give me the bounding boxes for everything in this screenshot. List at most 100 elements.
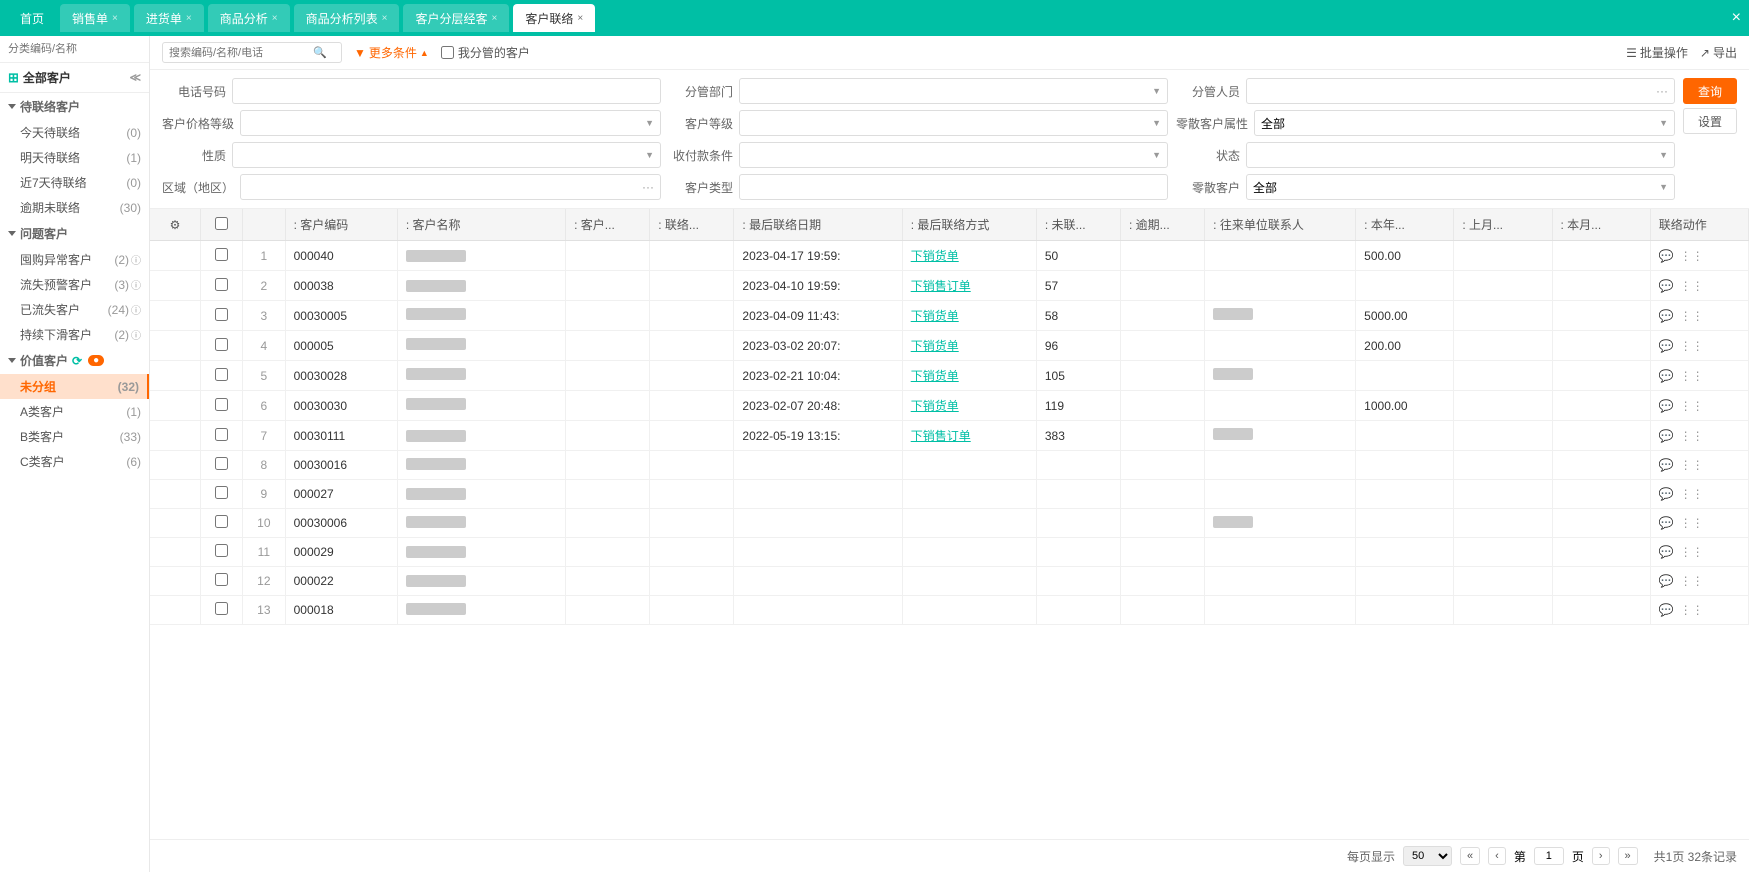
sidebar-item-today[interactable]: 今天待联络 (0) (0, 120, 149, 145)
col-code-header[interactable]: : 客户编码 (285, 209, 397, 241)
row-checkbox-12[interactable] (215, 602, 228, 615)
row-action-1[interactable]: 💬⋮⋮ (1650, 271, 1748, 301)
lastway-link-6[interactable]: 下销售订单 (911, 429, 971, 443)
sidebar-item-churn-warning[interactable]: 流失预警客户 (3) ⓘ (0, 272, 149, 297)
my-customers-input[interactable] (441, 46, 454, 59)
sidebar-item-week[interactable]: 近7天待联络 (0) (0, 170, 149, 195)
lastway-link-0[interactable]: 下销货单 (911, 249, 959, 263)
row-checkbox-6[interactable] (215, 428, 228, 441)
col-partner-header[interactable]: : 往来单位联系人 (1205, 209, 1356, 241)
grid-icon-4[interactable]: ⋮⋮ (1680, 369, 1704, 383)
payment-select[interactable]: ▼ (739, 142, 1168, 168)
chat-icon-10[interactable]: 💬 (1659, 545, 1674, 559)
row-lastway-8[interactable] (902, 480, 1036, 509)
row-lastway-4[interactable]: 下销货单 (902, 361, 1036, 391)
dept-select[interactable]: ▼ (739, 78, 1168, 104)
chat-icon-11[interactable]: 💬 (1659, 574, 1674, 588)
export-button[interactable]: ↗ 导出 (1700, 44, 1737, 61)
sidebar-item-c-class[interactable]: C类客户 (6) (0, 449, 149, 474)
chat-icon-4[interactable]: 💬 (1659, 369, 1674, 383)
row-action-2[interactable]: 💬 ⋮⋮ (1650, 301, 1748, 331)
row-checkbox-5[interactable] (215, 398, 228, 411)
filter-search-icon[interactable]: 🔍 (313, 46, 327, 59)
grid-icon-3[interactable]: ⋮⋮ (1680, 339, 1704, 353)
row-checkbox-9[interactable] (215, 515, 228, 528)
current-page-input[interactable] (1534, 847, 1564, 865)
row-checkbox-2[interactable] (215, 308, 228, 321)
phone-input[interactable] (232, 78, 661, 104)
prev-page-button[interactable]: ‹ (1488, 847, 1506, 865)
lastway-link-5[interactable]: 下销货单 (911, 399, 959, 413)
row-action-0[interactable]: 💬 ⋮⋮ (1650, 241, 1748, 271)
tab-purchase-close[interactable]: × (186, 13, 192, 24)
row-checkbox-4[interactable] (215, 368, 228, 381)
col-nocontact-header[interactable]: : 未联... (1036, 209, 1120, 241)
row-checkbox-7[interactable] (215, 457, 228, 470)
chat-icon-2[interactable]: 💬 (1659, 309, 1674, 323)
grid-icon-0[interactable]: ⋮⋮ (1680, 249, 1704, 263)
customer-type-input[interactable] (739, 174, 1168, 200)
row-lastway-0[interactable]: 下销货单 (902, 241, 1036, 271)
grid-icon-9[interactable]: ⋮⋮ (1680, 516, 1704, 530)
my-customers-checkbox[interactable]: 我分管的客户 (441, 44, 530, 61)
sidebar-item-declining[interactable]: 持续下滑客户 (2) ⓘ (0, 322, 149, 347)
row-checkbox-8[interactable] (215, 486, 228, 499)
tab-sales-close[interactable]: × (112, 13, 118, 24)
col-settings[interactable]: ⚙ (150, 209, 200, 241)
query-button[interactable]: 查询 (1683, 78, 1737, 104)
chat-icon-6[interactable]: 💬 (1659, 429, 1674, 443)
nature-select[interactable]: ▼ (232, 142, 661, 168)
more-conditions-button[interactable]: ▼ 更多条件 ▲ (354, 44, 429, 61)
row-action-11[interactable]: 💬 ⋮⋮ (1650, 567, 1748, 596)
tab-product-analysis-close[interactable]: × (272, 13, 278, 24)
customer-level-select[interactable]: ▼ (739, 110, 1168, 136)
sidebar-item-a-class[interactable]: A类客户 (1) (0, 399, 149, 424)
refresh-icon[interactable]: ⟳ (72, 354, 82, 368)
close-all-button[interactable]: × (1732, 9, 1741, 27)
col-overdue-header[interactable]: : 逾期... (1121, 209, 1205, 241)
grid-icon-2[interactable]: ⋮⋮ (1680, 309, 1704, 323)
grid-icon-12[interactable]: ⋮⋮ (1680, 603, 1704, 617)
col-check[interactable] (200, 209, 242, 241)
sidebar-all-customers[interactable]: ⊞ 全部客户 ≪ (0, 63, 149, 93)
row-action-7[interactable]: 💬⋮⋮ (1650, 451, 1748, 480)
row-lastway-5[interactable]: 下销货单 (902, 391, 1036, 421)
col-lastmonth-header[interactable]: : 上月... (1454, 209, 1552, 241)
sidebar-search-input[interactable] (8, 43, 150, 55)
page-size-select[interactable]: 50 20 100 (1403, 846, 1452, 866)
sidebar-item-hoarding[interactable]: 囤购异常客户 (2) ⓘ (0, 247, 149, 272)
col-thisyear-header[interactable]: : 本年... (1356, 209, 1454, 241)
price-level-select[interactable]: ▼ (240, 110, 661, 136)
sidebar-group-pending-title[interactable]: 待联络客户 (0, 93, 149, 120)
row-action-6[interactable]: 💬 ⋮⋮ (1650, 421, 1748, 451)
grid-icon-10[interactable]: ⋮⋮ (1680, 545, 1704, 559)
row-lastway-12[interactable] (902, 596, 1036, 625)
retail-attr-select[interactable]: 全部 ▼ (1254, 110, 1675, 136)
sidebar-group-problem-title[interactable]: 问题客户 (0, 220, 149, 247)
grid-icon-6[interactable]: ⋮⋮ (1680, 429, 1704, 443)
row-lastway-6[interactable]: 下销售订单 (902, 421, 1036, 451)
batch-ops-button[interactable]: ☰ 批量操作 (1626, 44, 1688, 61)
chat-icon-12[interactable]: 💬 (1659, 603, 1674, 617)
sidebar-item-b-class[interactable]: B类客户 (33) (0, 424, 149, 449)
row-checkbox-1[interactable] (215, 278, 228, 291)
row-checkbox-10[interactable] (215, 544, 228, 557)
reset-button[interactable]: 设置 (1683, 108, 1737, 134)
col-name-header[interactable]: : 客户名称 (397, 209, 565, 241)
row-checkbox-3[interactable] (215, 338, 228, 351)
col-thismonth-header[interactable]: : 本月... (1552, 209, 1650, 241)
chat-icon-0[interactable]: 💬 (1659, 249, 1674, 263)
grid-icon-8[interactable]: ⋮⋮ (1680, 487, 1704, 501)
row-action-10[interactable]: 💬 ⋮⋮ (1650, 538, 1748, 567)
person-input[interactable]: ··· (1246, 78, 1675, 104)
tab-customer-segment-close[interactable]: × (491, 13, 497, 24)
sidebar-item-overdue[interactable]: 逾期未联络 (30) (0, 195, 149, 220)
lastway-link-2[interactable]: 下销货单 (911, 309, 959, 323)
tab-customer-segment[interactable]: 客户分层经客 × (403, 4, 509, 32)
col-lastdate-header[interactable]: : 最后联络日期 (734, 209, 902, 241)
retail-customer-select[interactable]: 全部 ▼ (1246, 174, 1675, 200)
col-contact-header[interactable]: : 联络... (650, 209, 734, 241)
first-page-button[interactable]: « (1460, 847, 1480, 865)
tab-customer-contact[interactable]: 客户联络 × (513, 4, 595, 32)
grid-icon-11[interactable]: ⋮⋮ (1680, 574, 1704, 588)
